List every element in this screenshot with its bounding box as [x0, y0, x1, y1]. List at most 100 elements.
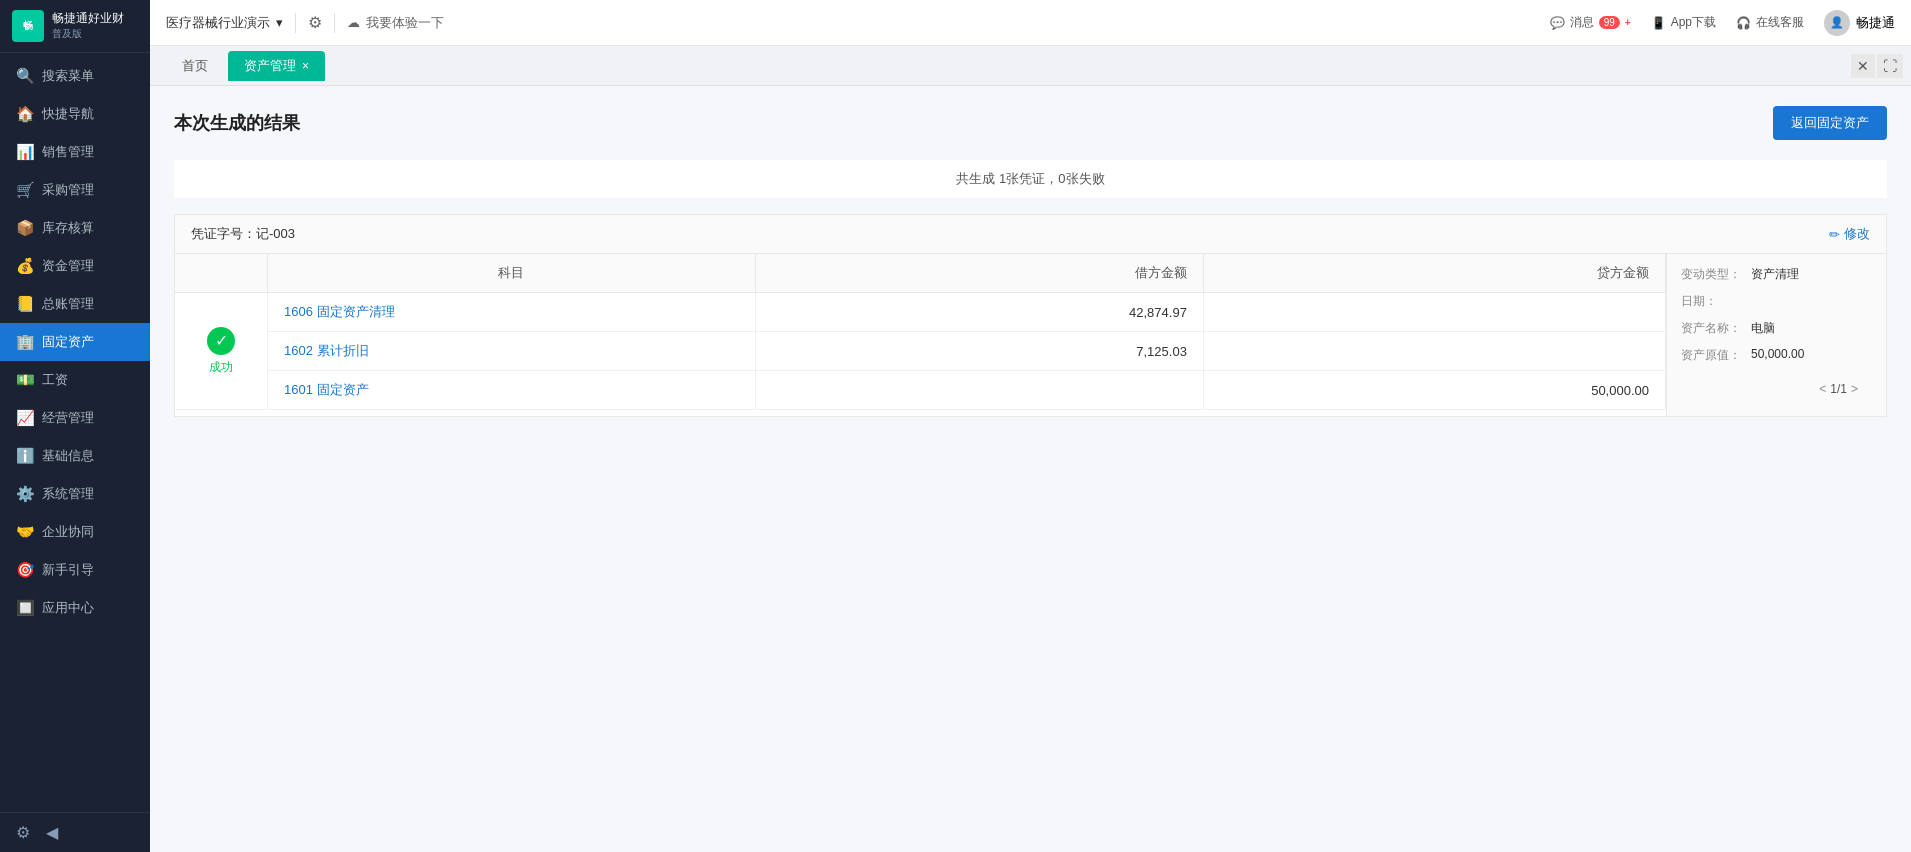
sidebar-item-ledger[interactable]: 📒 总账管理	[0, 285, 150, 323]
ledger-icon: 📒	[16, 295, 34, 313]
sidebar-item-apps[interactable]: 🔲 应用中心	[0, 589, 150, 627]
sales-icon: 📊	[16, 143, 34, 161]
return-button[interactable]: 返回固定资产	[1773, 106, 1887, 140]
message-action[interactable]: 💬 消息 99 +	[1550, 14, 1631, 31]
subject-link-2[interactable]: 1601 固定资产	[284, 382, 369, 397]
topbar-right: 💬 消息 99 + 📱 App下载 🎧 在线客服 👤 畅捷通	[1550, 10, 1895, 36]
experience-button[interactable]: ☁ 我要体验一下	[347, 14, 444, 32]
system-icon: ⚙️	[16, 485, 34, 503]
sidebar-item-capital[interactable]: 💰 资金管理	[0, 247, 150, 285]
sidebar-item-basic[interactable]: ℹ️ 基础信息	[0, 437, 150, 475]
sidebar-item-apps-label: 应用中心	[42, 599, 94, 617]
sidebar-item-guide[interactable]: 🎯 新手引导	[0, 551, 150, 589]
table-row: 1602 累计折旧 7,125.03	[175, 332, 1666, 371]
credit-cell-0	[1203, 293, 1665, 332]
sidebar-item-payroll[interactable]: 💵 工资	[0, 361, 150, 399]
page-info: 1/1	[1830, 382, 1847, 396]
sidebar-item-system-label: 系统管理	[42, 485, 94, 503]
sidebar-item-management-label: 经营管理	[42, 409, 94, 427]
online-service-action[interactable]: 🎧 在线客服	[1736, 14, 1804, 31]
sidebar-item-sales[interactable]: 📊 销售管理	[0, 133, 150, 171]
sidebar-item-cooperation[interactable]: 🤝 企业协同	[0, 513, 150, 551]
subject-link-0[interactable]: 1606 固定资产清理	[284, 304, 395, 319]
debit-cell-0: 42,874.97	[755, 293, 1203, 332]
logo-icon: 畅	[12, 10, 44, 42]
settings-icon[interactable]: ⚙	[16, 823, 30, 842]
voucher-edit-button[interactable]: ✏ 修改	[1829, 225, 1870, 243]
service-icon: 🎧	[1736, 16, 1751, 30]
asset-value-value: 50,000.00	[1751, 347, 1804, 364]
subject-link-1[interactable]: 1602 累计折旧	[284, 343, 369, 358]
asset-name-value: 电脑	[1751, 320, 1775, 337]
user-area[interactable]: 👤 畅捷通	[1824, 10, 1895, 36]
credit-cell-1	[1203, 332, 1665, 371]
debit-cell-2	[755, 371, 1203, 410]
table-row: ✓ 成功 1606 固定资产清理 42,874.97	[175, 293, 1666, 332]
sidebar-bottom: ⚙ ◀	[0, 812, 150, 852]
asset-name-label: 资产名称：	[1681, 320, 1751, 337]
settings-gear-icon[interactable]: ⚙	[308, 13, 322, 32]
page-title: 本次生成的结果	[174, 111, 300, 135]
subject-cell-1: 1602 累计折旧	[268, 332, 756, 371]
capital-icon: 💰	[16, 257, 34, 275]
topbar-divider-2	[334, 13, 335, 33]
credit-header: 贷方金额	[1203, 254, 1665, 293]
experience-label: 我要体验一下	[366, 14, 444, 32]
voucher-table: 科目 借方金额 贷方金额 ✓ 成功	[175, 254, 1666, 410]
credit-cell-2: 50,000.00	[1203, 371, 1665, 410]
content-header: 本次生成的结果 返回固定资产	[174, 106, 1887, 140]
logo-title: 畅捷通好业财	[52, 11, 124, 27]
cooperation-icon: 🤝	[16, 523, 34, 541]
message-icon: 💬	[1550, 16, 1565, 30]
sidebar-item-inventory-label: 库存核算	[42, 219, 94, 237]
tab-home[interactable]: 首页	[166, 51, 224, 81]
username-label: 畅捷通	[1856, 14, 1895, 32]
voucher-header: 凭证字号：记-003 ✏ 修改	[175, 215, 1886, 254]
change-type-value: 资产清理	[1751, 266, 1799, 283]
app-download-action[interactable]: 📱 App下载	[1651, 14, 1716, 31]
tab-asset-label: 资产管理	[244, 57, 296, 75]
purchase-icon: 🛒	[16, 181, 34, 199]
voucher-left: 科目 借方金额 贷方金额 ✓ 成功	[175, 254, 1666, 416]
management-icon: 📈	[16, 409, 34, 427]
sidebar-item-purchase[interactable]: 🛒 采购管理	[0, 171, 150, 209]
sidebar-item-sales-label: 销售管理	[42, 143, 94, 161]
change-type-label: 变动类型：	[1681, 266, 1751, 283]
sidebar-item-fixed[interactable]: 🏢 固定资产	[0, 323, 150, 361]
cloud-icon: ☁	[347, 15, 360, 30]
panel-close-button[interactable]: ✕	[1851, 54, 1875, 78]
edit-label: 修改	[1844, 225, 1870, 243]
sidebar-item-search[interactable]: 🔍 搜索菜单	[0, 57, 150, 95]
sidebar-item-system[interactable]: ⚙️ 系统管理	[0, 475, 150, 513]
download-icon: 📱	[1651, 16, 1666, 30]
company-selector[interactable]: 医疗器械行业演示 ▾	[166, 14, 283, 32]
next-page-button[interactable]: >	[1851, 382, 1858, 396]
sidebar-item-management[interactable]: 📈 经营管理	[0, 399, 150, 437]
tab-bar: 首页 资产管理 × ✕ ⛶	[150, 46, 1911, 86]
topbar: 医疗器械行业演示 ▾ ⚙ ☁ 我要体验一下 💬 消息 99 + 📱 App下载 …	[150, 0, 1911, 46]
sidebar-item-basic-label: 基础信息	[42, 447, 94, 465]
message-badge: 99	[1599, 16, 1620, 29]
content-area: 本次生成的结果 返回固定资产 共生成 1张凭证，0张失败 凭证字号：记-003 …	[150, 86, 1911, 852]
collapse-icon[interactable]: ◀	[46, 823, 58, 842]
sidebar-nav: 🔍 搜索菜单 🏠 快捷导航 📊 销售管理 🛒 采购管理 📦 库存核算 💰 资金管…	[0, 53, 150, 812]
success-label: 成功	[209, 359, 233, 376]
prev-page-button[interactable]: <	[1819, 382, 1826, 396]
sidebar-item-quicknav[interactable]: 🏠 快捷导航	[0, 95, 150, 133]
company-name: 医疗器械行业演示	[166, 14, 270, 32]
asset-value-label: 资产原值：	[1681, 347, 1751, 364]
success-badge: ✓ 成功	[191, 319, 251, 384]
inventory-icon: 📦	[16, 219, 34, 237]
panel-expand-button[interactable]: ⛶	[1877, 54, 1903, 78]
tab-close-icon[interactable]: ×	[302, 59, 309, 73]
edit-icon: ✏	[1829, 227, 1840, 242]
sidebar-item-guide-label: 新手引导	[42, 561, 94, 579]
sidebar: 畅 畅捷通好业财 普及版 🔍 搜索菜单 🏠 快捷导航 📊 销售管理 🛒 采购管理…	[0, 0, 150, 852]
voucher-number: 凭证字号：记-003	[191, 225, 295, 243]
apps-icon: 🔲	[16, 599, 34, 617]
voucher-body: 科目 借方金额 贷方金额 ✓ 成功	[175, 254, 1886, 416]
tab-asset-management[interactable]: 资产管理 ×	[228, 51, 325, 81]
main-area: 医疗器械行业演示 ▾ ⚙ ☁ 我要体验一下 💬 消息 99 + 📱 App下载 …	[150, 0, 1911, 852]
debit-cell-1: 7,125.03	[755, 332, 1203, 371]
sidebar-item-inventory[interactable]: 📦 库存核算	[0, 209, 150, 247]
